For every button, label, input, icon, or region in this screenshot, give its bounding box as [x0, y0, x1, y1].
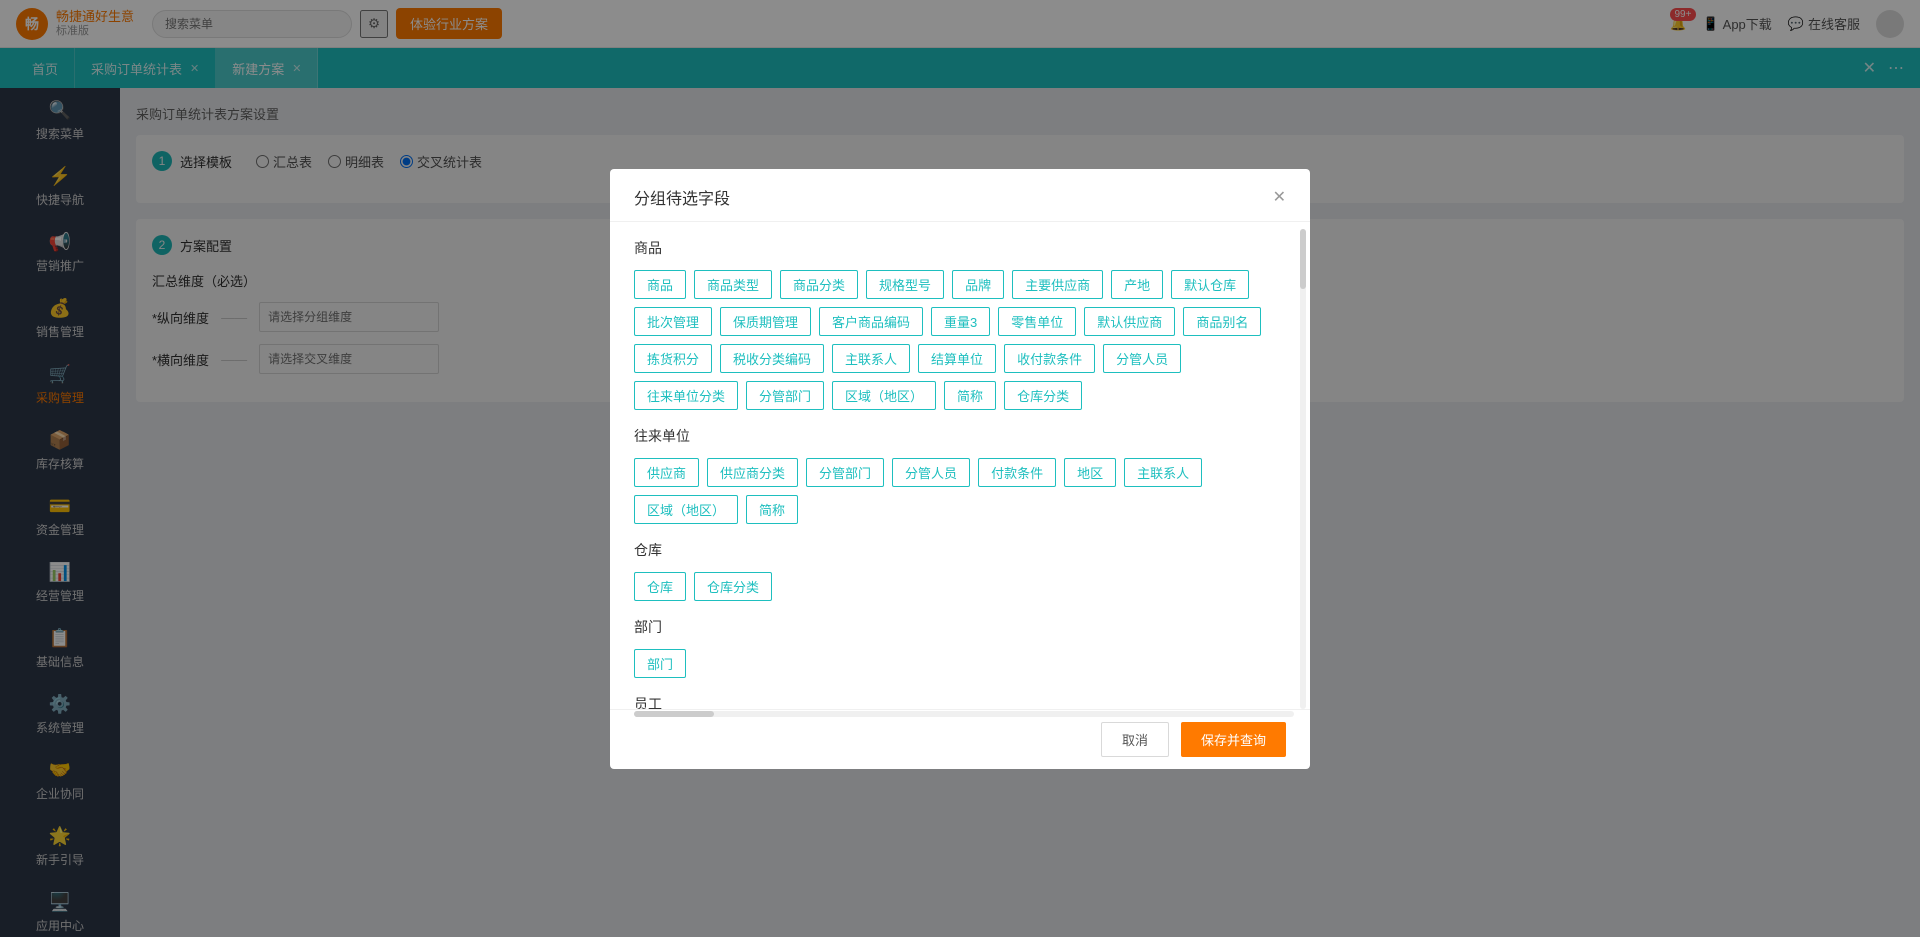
- tag-goods-18[interactable]: 结算单位: [918, 344, 996, 373]
- tag-partner-7[interactable]: 区域（地区）: [634, 495, 738, 524]
- tag-goods-12[interactable]: 零售单位: [998, 307, 1076, 336]
- tag-partner-3[interactable]: 分管人员: [892, 458, 970, 487]
- tag-partner-2[interactable]: 分管部门: [806, 458, 884, 487]
- scroll-thumb: [1300, 229, 1306, 289]
- tag-warehouse-1[interactable]: 仓库分类: [694, 572, 772, 601]
- tag-goods-16[interactable]: 税收分类编码: [720, 344, 824, 373]
- tag-goods-1[interactable]: 商品类型: [694, 270, 772, 299]
- dialog-footer: 取消 保存并查询: [610, 709, 1310, 769]
- section-title-partner: 往来单位: [634, 426, 1286, 446]
- tag-partner-5[interactable]: 地区: [1064, 458, 1116, 487]
- tag-goods-5[interactable]: 主要供应商: [1012, 270, 1103, 299]
- tag-goods-23[interactable]: 区域（地区）: [832, 381, 936, 410]
- tag-goods-4[interactable]: 品牌: [952, 270, 1004, 299]
- tag-goods-13[interactable]: 默认供应商: [1084, 307, 1175, 336]
- tag-goods-9[interactable]: 保质期管理: [720, 307, 811, 336]
- tag-partner-1[interactable]: 供应商分类: [707, 458, 798, 487]
- scroll-track: [1300, 229, 1306, 709]
- tag-goods-15[interactable]: 拣货积分: [634, 344, 712, 373]
- tag-partner-6[interactable]: 主联系人: [1124, 458, 1202, 487]
- section-title-warehouse: 仓库: [634, 540, 1286, 560]
- cancel-button[interactable]: 取消: [1101, 722, 1169, 757]
- section-title-dept: 部门: [634, 617, 1286, 637]
- tag-goods-19[interactable]: 收付款条件: [1004, 344, 1095, 373]
- modal-overlay: 分组待选字段 ✕ 商品 商品 商品类型 商品分类 规格型号 品牌 主要供应商 产…: [0, 0, 1920, 937]
- tag-partner-8[interactable]: 简称: [746, 495, 798, 524]
- confirm-button[interactable]: 保存并查询: [1181, 722, 1286, 757]
- tag-partner-4[interactable]: 付款条件: [978, 458, 1056, 487]
- tag-partner-0[interactable]: 供应商: [634, 458, 699, 487]
- dialog-body: 商品 商品 商品类型 商品分类 规格型号 品牌 主要供应商 产地 默认仓库 批次…: [610, 222, 1310, 709]
- tag-group-dept: 部门: [634, 649, 1286, 678]
- tag-group-partner: 供应商 供应商分类 分管部门 分管人员 付款条件 地区 主联系人 区域（地区） …: [634, 458, 1286, 524]
- section-title-employee: 员工: [634, 694, 1286, 709]
- tag-goods-11[interactable]: 重量3: [931, 307, 990, 336]
- tag-goods-8[interactable]: 批次管理: [634, 307, 712, 336]
- dialog-title: 分组待选字段: [634, 185, 730, 209]
- tag-goods-24[interactable]: 简称: [944, 381, 996, 410]
- dialog: 分组待选字段 ✕ 商品 商品 商品类型 商品分类 规格型号 品牌 主要供应商 产…: [610, 169, 1310, 769]
- tag-goods-20[interactable]: 分管人员: [1103, 344, 1181, 373]
- h-scroll-thumb: [634, 711, 714, 717]
- tag-goods-7[interactable]: 默认仓库: [1171, 270, 1249, 299]
- tag-warehouse-0[interactable]: 仓库: [634, 572, 686, 601]
- tag-goods-10[interactable]: 客户商品编码: [819, 307, 923, 336]
- tag-goods-21[interactable]: 往来单位分类: [634, 381, 738, 410]
- tag-goods-2[interactable]: 商品分类: [780, 270, 858, 299]
- tag-group-goods: 商品 商品类型 商品分类 规格型号 品牌 主要供应商 产地 默认仓库 批次管理 …: [634, 270, 1286, 410]
- tag-goods-14[interactable]: 商品别名: [1183, 307, 1261, 336]
- tag-goods-6[interactable]: 产地: [1111, 270, 1163, 299]
- dialog-header: 分组待选字段 ✕: [610, 169, 1310, 222]
- tag-goods-17[interactable]: 主联系人: [832, 344, 910, 373]
- tag-goods-25[interactable]: 仓库分类: [1004, 381, 1082, 410]
- dialog-close-button[interactable]: ✕: [1273, 187, 1286, 207]
- tag-group-warehouse: 仓库 仓库分类: [634, 572, 1286, 601]
- h-scroll-track: [634, 711, 1294, 717]
- tag-dept-0[interactable]: 部门: [634, 649, 686, 678]
- section-title-goods: 商品: [634, 238, 1286, 258]
- tag-goods-22[interactable]: 分管部门: [746, 381, 824, 410]
- tag-goods-0[interactable]: 商品: [634, 270, 686, 299]
- tag-goods-3[interactable]: 规格型号: [866, 270, 944, 299]
